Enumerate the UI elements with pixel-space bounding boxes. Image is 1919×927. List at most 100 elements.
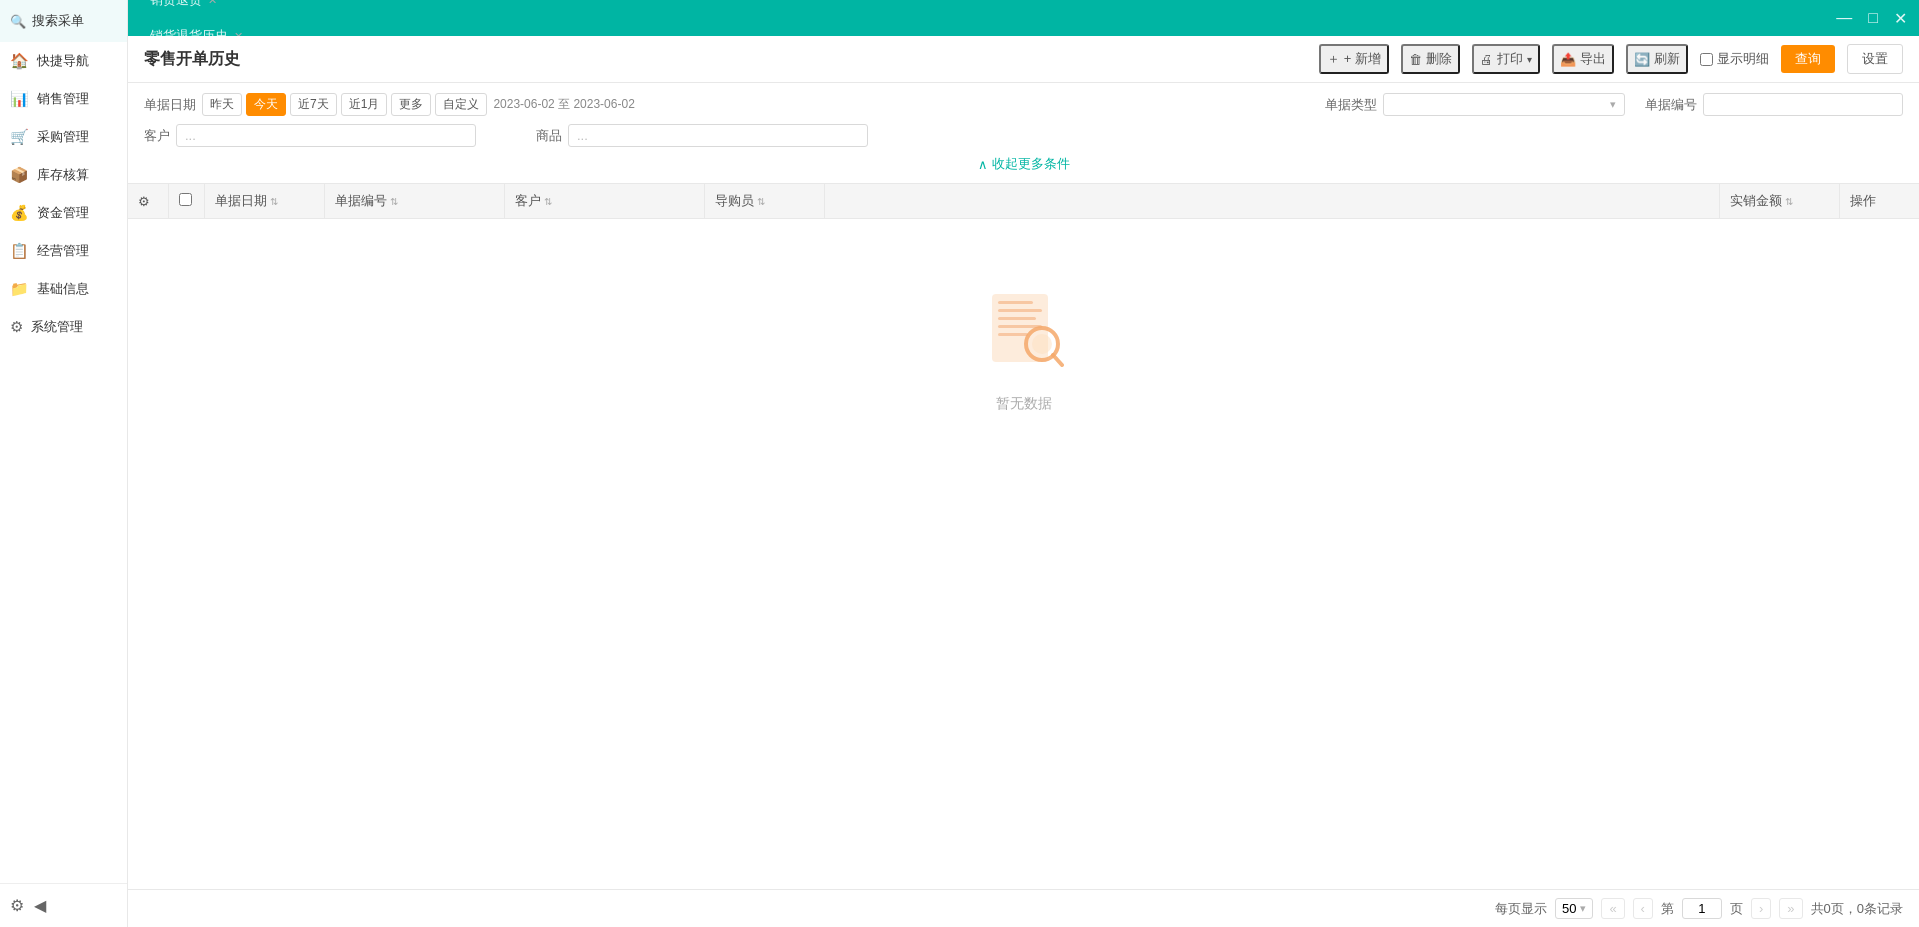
bill-type-chevron-icon: ▾ [1610, 98, 1616, 111]
collapse-filter-btn[interactable]: ∧ 收起更多条件 [144, 155, 1903, 173]
last-page-btn[interactable]: » [1779, 898, 1802, 919]
date-filter-label: 单据日期 [144, 96, 196, 114]
product-placeholder: ... [577, 128, 859, 143]
close-btn[interactable]: ✕ [1890, 9, 1911, 28]
filter-row-1: 单据日期 昨天今天近7天近1月更多自定义 2023-06-02 至 2023-0… [144, 93, 1903, 116]
tab-close-sales-return[interactable]: ✕ [208, 0, 217, 7]
th-label-bill_no: 单据编号 [335, 192, 387, 210]
th-date[interactable]: 单据日期⇅ [204, 184, 324, 219]
sidebar-item-quick-nav[interactable]: 🏠快捷导航 [0, 42, 127, 80]
th-checkbox [168, 184, 204, 219]
add-button[interactable]: ＋ + 新增 [1319, 44, 1389, 74]
tab-label-sales-return: 销货退货 [150, 0, 202, 9]
bill-type-select[interactable]: ▾ [1383, 93, 1625, 116]
refresh-button[interactable]: 🔄 刷新 [1626, 44, 1688, 74]
collapse-icon: ∧ [978, 157, 988, 172]
refresh-icon: 🔄 [1634, 52, 1650, 67]
svg-rect-3 [998, 317, 1036, 320]
bill-type-filter-group: 单据类型 ▾ [1325, 93, 1625, 116]
sidebar-item-sales-mgmt[interactable]: 📊 销售管理 [0, 80, 127, 118]
product-label: 商品 [536, 127, 562, 145]
date-range-text: 2023-06-02 至 2023-06-02 [493, 96, 634, 113]
nav-icon-quick-nav: 🏠 [10, 52, 29, 70]
maximize-btn[interactable]: □ [1864, 9, 1882, 27]
bill-no-placeholder [1712, 97, 1894, 112]
th-guide[interactable]: 导购员⇅ [704, 184, 824, 219]
tab-sales-return[interactable]: 销货退货 ✕ [136, 0, 257, 18]
top-nav: 首页销售订单✕销货退货✕销货退货历史✕零售开单✕零售开单历史✕ — □ ✕ [128, 0, 1919, 36]
nav-icon-basic-info: 📁 [10, 280, 29, 298]
sidebar-item-basic-info[interactable]: 📁基础信息 [0, 270, 127, 308]
th-customer[interactable]: 客户⇅ [504, 184, 704, 219]
sidebar-item-operations[interactable]: 📋经营管理 [0, 232, 127, 270]
nav-icon-inventory: 📦 [10, 166, 29, 184]
pagination-bar: 每页显示 50 ▾ « ‹ 第 页 › » 共0页，0条记录 [128, 889, 1919, 927]
date-btn-last_month[interactable]: 近1月 [341, 93, 388, 116]
svg-point-7 [1032, 334, 1052, 354]
page-input[interactable] [1682, 898, 1722, 919]
prev-page-btn[interactable]: ‹ [1633, 898, 1653, 919]
main-area: 首页销售订单✕销货退货✕销货退货历史✕零售开单✕零售开单历史✕ — □ ✕ 零售… [128, 0, 1919, 927]
sidebar-search[interactable]: 🔍 搜索采单 [0, 0, 127, 42]
delete-button[interactable]: 🗑 删除 [1401, 44, 1460, 74]
nav-label-finance: 资金管理 [37, 204, 89, 222]
sidebar-footer: ⚙ ◀ [0, 883, 127, 927]
th-bill_no[interactable]: 单据编号⇅ [324, 184, 504, 219]
per-page-select[interactable]: 50 ▾ [1555, 898, 1593, 919]
sidebar: 🔍 搜索采单 🏠快捷导航 📊 销售管理 🛒采购管理📦库存核算 💰 资金管理 📋经营管理📁基础… [0, 0, 128, 927]
next-page-btn[interactable]: › [1751, 898, 1771, 919]
page-suffix: 页 [1730, 900, 1743, 918]
nav-icon-finance: 💰 [10, 204, 29, 222]
sidebar-item-purchase-mgmt[interactable]: 🛒采购管理 [0, 118, 127, 156]
sidebar-item-finance[interactable]: 💰 资金管理 [0, 194, 127, 232]
date-btn-more[interactable]: 更多 [391, 93, 431, 116]
display-detail-input[interactable] [1700, 53, 1713, 66]
query-button[interactable]: 查询 [1781, 45, 1835, 73]
svg-rect-1 [998, 301, 1033, 304]
nav-icon-sales-mgmt: 📊 [10, 90, 29, 108]
empty-state-text: 暂无数据 [996, 395, 1052, 413]
table-settings-icon[interactable]: ⚙ [138, 194, 150, 209]
customer-label: 客户 [144, 127, 170, 145]
content-area: 零售开单历史 ＋ + 新增 🗑 删除 🖨 打印 ▾ 📤 导出 [128, 36, 1919, 927]
select-all-checkbox[interactable] [179, 193, 192, 206]
footer-collapse-btn[interactable]: ◀ [34, 896, 46, 915]
date-btn-today[interactable]: 今天 [246, 93, 286, 116]
date-filter-buttons: 昨天今天近7天近1月更多自定义 [202, 93, 487, 116]
th-label-guide: 导购员 [715, 192, 754, 210]
total-info: 共0页，0条记录 [1811, 900, 1903, 918]
th-label-customer: 客户 [515, 192, 541, 210]
date-btn-custom[interactable]: 自定义 [435, 93, 487, 116]
nav-label-sales-mgmt: 销售管理 [37, 90, 89, 108]
display-detail-checkbox[interactable]: 显示明细 [1700, 50, 1769, 68]
search-icon: 🔍 [10, 14, 26, 29]
sidebar-item-inventory[interactable]: 📦库存核算 [0, 156, 127, 194]
product-input[interactable]: ... [568, 124, 868, 147]
table-container: ⚙单据日期⇅单据编号⇅客户⇅导购员⇅实销金额⇅操作 [128, 184, 1919, 889]
nav-label-operations: 经营管理 [37, 242, 89, 260]
sort-icon-date: ⇅ [270, 196, 278, 207]
filter-area: 单据日期 昨天今天近7天近1月更多自定义 2023-06-02 至 2023-0… [128, 83, 1919, 184]
refresh-label: 刷新 [1654, 50, 1680, 68]
per-page-label: 每页显示 [1495, 900, 1547, 918]
nav-label-purchase-mgmt: 采购管理 [37, 128, 89, 146]
date-btn-yesterday[interactable]: 昨天 [202, 93, 242, 116]
sidebar-item-system[interactable]: ⚙系统管理 [0, 308, 127, 346]
print-button[interactable]: 🖨 打印 ▾ [1472, 44, 1540, 74]
minimize-btn[interactable]: — [1832, 9, 1856, 27]
sort-icon-customer: ⇅ [544, 196, 552, 207]
add-icon: ＋ [1327, 50, 1340, 68]
date-btn-last7days[interactable]: 近7天 [290, 93, 337, 116]
customer-placeholder: ... [185, 128, 467, 143]
footer-settings-btn[interactable]: ⚙ [10, 896, 24, 915]
bill-no-input[interactable] [1703, 93, 1903, 116]
first-page-btn[interactable]: « [1601, 898, 1624, 919]
empty-state: 暂无数据 [128, 219, 1919, 473]
settings-button[interactable]: 设置 [1847, 44, 1903, 74]
sort-icon-bill_no: ⇅ [390, 196, 398, 207]
th-amount[interactable]: 实销金额⇅ [1719, 184, 1839, 219]
th-label-action: 操作 [1850, 193, 1876, 208]
export-button[interactable]: 📤 导出 [1552, 44, 1614, 74]
toolbar: 零售开单历史 ＋ + 新增 🗑 删除 🖨 打印 ▾ 📤 导出 [128, 36, 1919, 83]
customer-input[interactable]: ... [176, 124, 476, 147]
